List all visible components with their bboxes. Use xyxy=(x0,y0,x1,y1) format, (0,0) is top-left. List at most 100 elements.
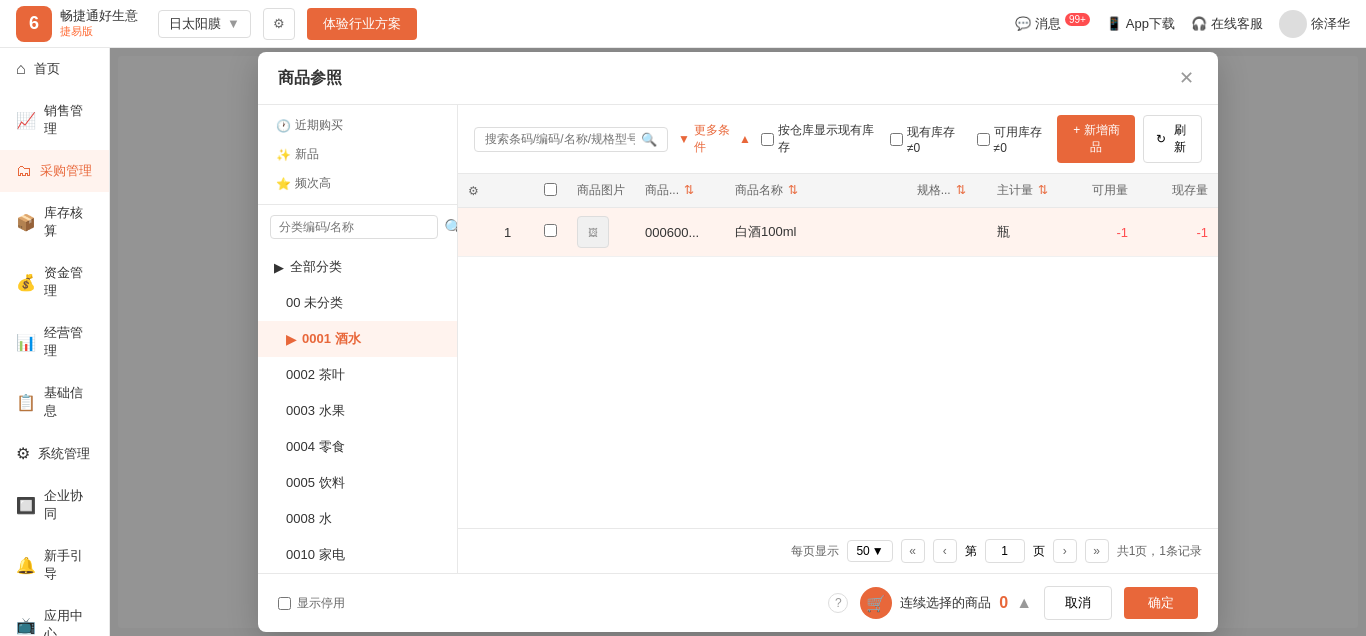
chevron-up-icon: ▲ xyxy=(739,132,751,146)
sidebar-item-inventory[interactable]: 📦 库存核算 xyxy=(0,192,109,252)
sidebar-item-system[interactable]: ⚙ 系统管理 xyxy=(0,432,109,475)
online-service-button[interactable]: 🎧 在线客服 xyxy=(1191,15,1263,33)
category-item-drinks[interactable]: 0005 饮料 xyxy=(258,465,457,501)
row-checkbox[interactable] xyxy=(544,224,557,237)
headset-icon: 🎧 xyxy=(1191,16,1207,31)
more-filters-button[interactable]: ▼ 更多条件 ▲ xyxy=(678,122,751,156)
page-size-label: 每页显示 xyxy=(791,543,839,560)
category-item-fruit[interactable]: 0003 水果 xyxy=(258,393,457,429)
settings-button[interactable]: ⚙ xyxy=(263,8,295,40)
sidebar-item-collab[interactable]: 🔲 企业协同 xyxy=(0,475,109,535)
logo-sub: 捷易版 xyxy=(60,24,138,39)
page-next-button[interactable]: › xyxy=(1053,539,1077,563)
sidebar-item-label: 新手引导 xyxy=(44,547,93,583)
category-search-icon[interactable]: 🔍 xyxy=(444,218,458,237)
sidebar-item-finance[interactable]: 💰 资金管理 xyxy=(0,252,109,312)
checkbox-available[interactable] xyxy=(977,133,990,146)
page-first-button[interactable]: « xyxy=(901,539,925,563)
sidebar-item-home[interactable]: ⌂ 首页 xyxy=(0,48,109,90)
category-label: 0003 水果 xyxy=(286,402,345,420)
checkbox-group: 按仓库显示现有库存 现有库存≠0 可用库存≠0 xyxy=(761,122,1047,156)
collab-icon: 🔲 xyxy=(16,496,36,515)
table-row[interactable]: 1 🖼 xyxy=(458,208,1218,257)
modal-close-button[interactable]: ✕ xyxy=(1174,66,1198,90)
online-service-label: 在线客服 xyxy=(1211,15,1263,33)
checkbox-existing[interactable] xyxy=(890,133,903,146)
cart-area: 🛒 连续选择的商品 0 ▲ xyxy=(860,587,1032,619)
settings-icon[interactable]: ⚙ xyxy=(468,184,479,198)
confirm-button[interactable]: 确定 xyxy=(1124,587,1198,619)
sidebar-item-app-center[interactable]: 📺 应用中心 xyxy=(0,595,109,636)
row-settings xyxy=(458,208,494,257)
col-unit-header[interactable]: 主计量 ⇅ xyxy=(987,174,1058,208)
clock-icon: 🕐 xyxy=(276,119,291,133)
sidebar-item-sales[interactable]: 📈 销售管理 xyxy=(0,90,109,150)
category-label: 0004 零食 xyxy=(286,438,345,456)
show-disabled-checkbox[interactable] xyxy=(278,597,291,610)
help-icon[interactable]: ? xyxy=(828,593,848,613)
filter-label: 更多条件 xyxy=(694,122,735,156)
trial-button[interactable]: 体验行业方案 xyxy=(307,8,417,40)
checkbox-available-label[interactable]: 可用库存≠0 xyxy=(977,124,1048,155)
collapse-cart-button[interactable]: ▲ xyxy=(1016,594,1032,612)
fire-icon: ⭐ xyxy=(276,177,291,191)
refresh-button[interactable]: ↻ 刷新 xyxy=(1143,115,1202,163)
sidebar-item-guide[interactable]: 🔔 新手引导 xyxy=(0,535,109,595)
category-item-all[interactable]: ▶ 全部分类 xyxy=(258,249,457,285)
logo-area: 6 畅捷通好生意 捷易版 xyxy=(16,6,138,42)
checkbox-existing-label[interactable]: 现有库存≠0 xyxy=(890,124,961,155)
row-check xyxy=(534,208,567,257)
page-prev-button[interactable]: ‹ xyxy=(933,539,957,563)
product-search-input[interactable] xyxy=(485,132,635,146)
category-item-alcohol[interactable]: ▶ 0001 酒水 xyxy=(258,321,457,357)
tab-recent-purchase[interactable]: 🕐 近期购买 xyxy=(268,113,447,138)
top-nav: 6 畅捷通好生意 捷易版 日太阳膜 ▼ ⚙ 体验行业方案 💬 消息 99+ 📱 … xyxy=(0,0,1366,48)
message-badge: 99+ xyxy=(1065,13,1090,26)
cancel-button[interactable]: 取消 xyxy=(1044,586,1112,620)
page-size-select[interactable]: 50 ▼ xyxy=(847,540,892,562)
col-avail-header: 可用量 xyxy=(1058,174,1138,208)
select-all-checkbox[interactable] xyxy=(544,183,557,196)
row-unit: 瓶 xyxy=(987,208,1058,257)
col-spec-header[interactable]: 规格... ⇅ xyxy=(907,174,987,208)
category-item-snacks[interactable]: 0004 零食 xyxy=(258,429,457,465)
message-icon: 💬 xyxy=(1015,16,1031,31)
category-label: 全部分类 xyxy=(290,258,342,276)
logo-icon: 6 xyxy=(16,6,52,42)
category-item-uncategorized[interactable]: 00 未分类 xyxy=(258,285,457,321)
col-code-header[interactable]: 商品... ⇅ xyxy=(635,174,725,208)
sidebar-item-label: 系统管理 xyxy=(38,445,90,463)
sidebar-item-operation[interactable]: 📊 经营管理 xyxy=(0,312,109,372)
category-item-tea[interactable]: 0002 茶叶 xyxy=(258,357,457,393)
nav-selector[interactable]: 日太阳膜 ▼ xyxy=(158,10,251,38)
row-code: 000600... xyxy=(635,208,725,257)
sidebar-item-base-info[interactable]: 📋 基础信息 xyxy=(0,372,109,432)
cart-text: 连续选择的商品 xyxy=(900,594,991,612)
col-name-label: 商品名称 xyxy=(735,183,783,197)
checkbox-warehouse-label[interactable]: 按仓库显示现有库存 xyxy=(761,122,874,156)
footer-right: ? 🛒 连续选择的商品 0 ▲ 取消 确定 xyxy=(828,586,1198,620)
category-item-appliance[interactable]: 0010 家电 xyxy=(258,537,457,573)
product-table-container: ⚙ 商品图片 xyxy=(458,174,1218,528)
search-icon[interactable]: 🔍 xyxy=(641,132,657,147)
sidebar-item-purchase[interactable]: 🗂 采购管理 xyxy=(0,150,109,192)
col-name-header[interactable]: 商品名称 ⇅ xyxy=(725,174,907,208)
tab-high-frequency[interactable]: ⭐ 频次高 xyxy=(268,171,447,196)
add-product-button[interactable]: + 新增商品 xyxy=(1057,115,1135,163)
show-disabled-label[interactable]: 显示停用 xyxy=(278,595,345,612)
checkbox-warehouse[interactable] xyxy=(761,133,774,146)
app-download-button[interactable]: 📱 App下载 xyxy=(1106,15,1175,33)
category-item-water[interactable]: 0008 水 xyxy=(258,501,457,537)
cart-button[interactable]: 🛒 xyxy=(860,587,892,619)
sidebar-item-label: 企业协同 xyxy=(44,487,93,523)
page-number-input[interactable] xyxy=(985,539,1025,563)
modal-overlay: 商品参照 ✕ 🕐 近期购买 ✨ xyxy=(110,48,1366,636)
message-button[interactable]: 💬 消息 99+ xyxy=(1015,15,1090,33)
category-label: 0008 水 xyxy=(286,510,332,528)
tab-new-products[interactable]: ✨ 新品 xyxy=(268,142,447,167)
page-last-button[interactable]: » xyxy=(1085,539,1109,563)
user-menu[interactable]: 徐泽华 xyxy=(1279,10,1350,38)
system-icon: ⚙ xyxy=(16,444,30,463)
category-search-input[interactable] xyxy=(270,215,438,239)
col-avail-label: 可用量 xyxy=(1092,183,1128,197)
